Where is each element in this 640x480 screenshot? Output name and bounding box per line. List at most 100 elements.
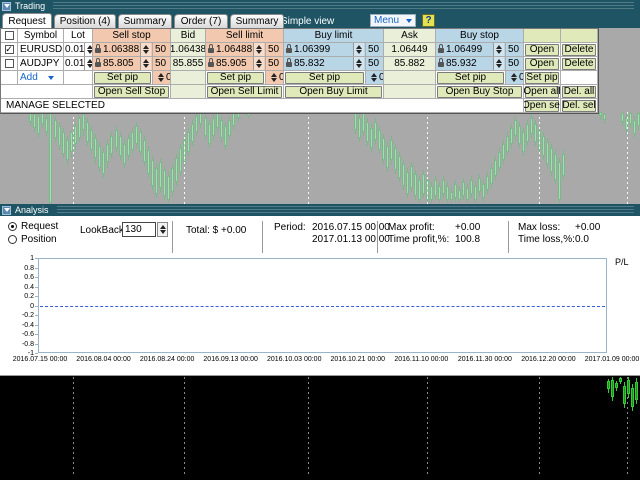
set-pip-button[interactable]: Set pip — [437, 72, 504, 84]
pip-value-cell[interactable]: 0 — [366, 71, 384, 85]
lot-cell[interactable]: 0.01 — [64, 57, 93, 71]
candle — [406, 172, 409, 194]
radio-request[interactable]: Request — [8, 221, 58, 232]
set-pip-button[interactable]: Set pip — [94, 72, 151, 84]
x-tick-label: 2016.08.24 00:00 — [135, 356, 199, 363]
pip-value-cell[interactable]: 0 — [266, 71, 284, 85]
sell-limit-cell[interactable]: 1.06488 — [206, 43, 266, 57]
delete-button[interactable]: Delete — [562, 58, 596, 70]
buy-limit-cell[interactable]: 85.832 — [284, 57, 366, 71]
open-sell-limit-button[interactable]: Open Sell Limit — [207, 86, 282, 98]
symbol-cell: EURUSD — [18, 43, 64, 57]
y-tick-label: -0.4 — [10, 322, 34, 329]
tab-request[interactable]: Request — [2, 13, 52, 28]
spinner-icon[interactable] — [353, 43, 364, 56]
sell-stop-pips-cell[interactable]: 50 — [153, 57, 171, 71]
tab-position-4[interactable]: Position (4) — [54, 14, 116, 28]
open-button[interactable]: Open — [525, 44, 559, 56]
candle — [191, 124, 194, 142]
collapse-icon[interactable] — [2, 206, 11, 215]
set-pip-button[interactable]: Set pip — [525, 72, 559, 84]
lock-icon[interactable] — [286, 62, 292, 67]
delete-button[interactable]: Delete — [562, 44, 596, 56]
spinner-icon[interactable] — [493, 43, 504, 56]
open-selected-button[interactable]: Open sel — [525, 100, 559, 112]
pip-value-cell[interactable]: 0 — [153, 71, 171, 85]
open-buy-limit-button[interactable]: Open Buy Limit — [285, 86, 382, 98]
spinner-icon[interactable] — [253, 57, 264, 70]
spinner-icon[interactable] — [140, 57, 151, 70]
trading-tabbar: Change to Simple view Menu ? RequestPosi… — [0, 12, 640, 28]
spinner-icon[interactable] — [253, 43, 264, 56]
spinner-icon[interactable] — [156, 71, 166, 84]
lock-icon[interactable] — [286, 48, 292, 53]
lookback-spinner[interactable] — [157, 222, 168, 237]
buy-stop-cell[interactable]: 1.06499 — [436, 43, 506, 57]
lock-icon[interactable] — [95, 62, 101, 67]
collapse-icon[interactable] — [2, 2, 11, 11]
candle — [131, 132, 134, 150]
period-from: 2016.07.15 00:00 — [312, 223, 390, 233]
lock-icon[interactable] — [95, 48, 101, 53]
set-pip-button[interactable]: Set pip — [207, 72, 264, 84]
pip-value-cell[interactable]: 0 — [506, 71, 524, 85]
buy-limit-cell[interactable]: 1.06399 — [284, 43, 366, 57]
buy-stop-cell[interactable]: 85.932 — [436, 57, 506, 71]
spinner-icon[interactable] — [140, 43, 151, 56]
lock-icon[interactable] — [208, 48, 214, 53]
set-pip-button[interactable]: Set pip — [285, 72, 364, 84]
spinner-icon[interactable] — [269, 71, 279, 84]
candle — [402, 164, 405, 186]
help-button[interactable]: ? — [422, 14, 435, 27]
open-all-button[interactable]: Open all — [525, 86, 559, 98]
delete-selected-button[interactable]: Del. sel — [562, 100, 596, 112]
row-checkbox[interactable]: ✓ — [5, 45, 14, 54]
tab-summary[interactable]: Summary — [230, 14, 284, 28]
lock-icon[interactable] — [438, 48, 444, 53]
candle — [418, 180, 421, 200]
radio-icon[interactable] — [8, 222, 17, 231]
period-separator — [184, 377, 185, 475]
open-button[interactable]: Open — [525, 58, 559, 70]
spinner-icon[interactable] — [369, 71, 379, 84]
open-sell-stop-button[interactable]: Open Sell Stop — [94, 86, 169, 98]
lot-cell[interactable]: 0.01 — [64, 43, 93, 57]
period-separator — [427, 112, 428, 204]
spinner-icon[interactable] — [353, 57, 364, 70]
candle — [490, 168, 493, 184]
lock-icon[interactable] — [208, 62, 214, 67]
candle — [220, 120, 223, 138]
lock-icon[interactable] — [438, 62, 444, 67]
add-symbol-dropdown[interactable]: Add — [18, 71, 64, 85]
sell-stop-cell[interactable]: 1.06388 — [93, 43, 153, 57]
sell-limit-pips-cell[interactable]: 50 — [266, 57, 284, 71]
tab-order-7[interactable]: Order (7) — [174, 14, 228, 28]
buy-limit-pips-cell[interactable]: 50 — [366, 43, 384, 57]
sell-stop-pips-cell[interactable]: 50 — [153, 43, 171, 57]
radio-icon[interactable] — [8, 235, 17, 244]
select-all-checkbox[interactable]: ✓ — [5, 31, 14, 40]
menu-dropdown[interactable]: Menu — [370, 14, 416, 27]
sell-limit-cell[interactable]: 85.905 — [206, 57, 266, 71]
spinner-icon[interactable] — [84, 57, 93, 70]
spinner-icon[interactable] — [509, 71, 519, 84]
tab-summary[interactable]: Summary — [118, 14, 172, 28]
candle — [115, 130, 118, 148]
buy-stop-pips-cell[interactable]: 50 — [506, 57, 524, 71]
row-checkbox[interactable]: ✓ — [5, 59, 14, 68]
buy-limit-pips-cell[interactable]: 50 — [366, 57, 384, 71]
buy-stop-pips-cell[interactable]: 50 — [506, 43, 524, 57]
sell-stop-cell[interactable]: 85.805 — [93, 57, 153, 71]
candle — [49, 112, 52, 203]
sell-limit-pips-cell[interactable]: 50 — [266, 43, 284, 57]
candle — [430, 186, 433, 200]
radio-position[interactable]: Position — [8, 234, 57, 245]
spinner-icon[interactable] — [493, 57, 504, 70]
open-buy-stop-button[interactable]: Open Buy Stop — [437, 86, 522, 98]
candle — [358, 118, 361, 138]
chevron-down-icon — [406, 19, 412, 23]
pl-chart-plot — [38, 258, 607, 353]
spinner-icon[interactable] — [84, 43, 93, 56]
lookback-input[interactable] — [122, 222, 156, 237]
delete-all-button[interactable]: Del. all — [562, 86, 596, 98]
